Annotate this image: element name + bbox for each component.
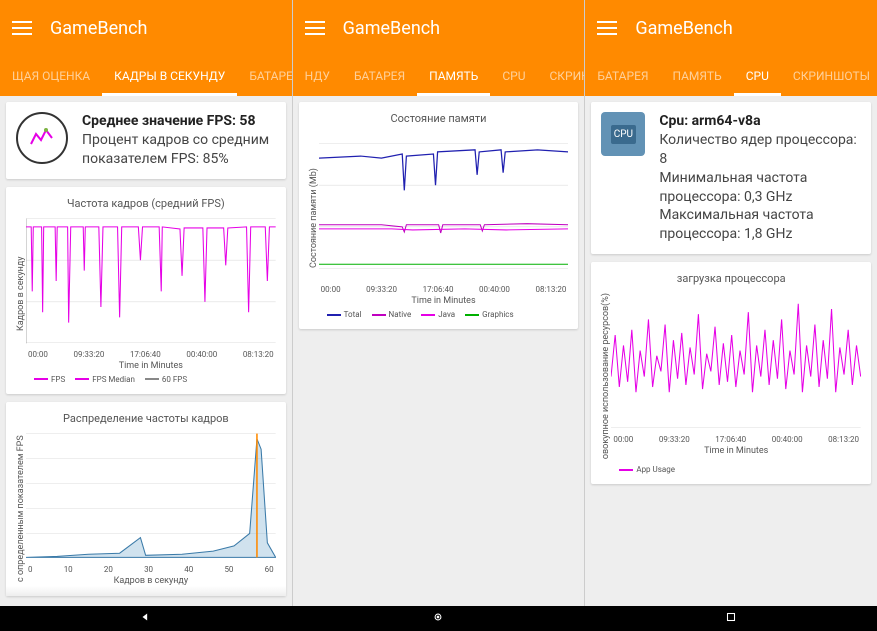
tab-battery[interactable]: БАТАРЕЯ <box>585 56 660 96</box>
fps-chart-icon <box>16 112 68 164</box>
tab-fps[interactable]: НДУ <box>293 56 342 96</box>
nav-back-icon[interactable] <box>139 609 153 628</box>
menu-icon[interactable] <box>305 21 325 35</box>
chart-legend: Total Native Java Graphics <box>309 310 569 319</box>
content-area[interactable]: Состояние памяти Состояние памяти (Mb) 0… <box>293 96 585 606</box>
tab-memory[interactable]: ПАМЯТЬ <box>661 56 734 96</box>
x-ticks: 00:0009:33:2017:06:4000:40:0008:13:20 <box>319 285 569 294</box>
y-axis-label: с определенным показателем FPS <box>16 431 26 586</box>
x-axis-label: Кадров в секунду <box>26 576 276 586</box>
cpu-summary-card: Cpu: arm64-v8a Количество ядер процессор… <box>591 102 871 254</box>
screen-cpu: GameBench БАТАРЕЯ ПАМЯТЬ CPU СКРИНШОТЫ C… <box>585 0 877 606</box>
cpu-usage-chart <box>611 291 861 431</box>
tab-bar: НДУ БАТАРЕЯ ПАМЯТЬ CPU СКРИНШ <box>293 56 585 96</box>
cpu-chip-icon <box>601 112 645 156</box>
tab-bar: БАТАРЕЯ ПАМЯТЬ CPU СКРИНШОТЫ <box>585 56 877 96</box>
tab-battery[interactable]: БАТАРЕЯ <box>237 56 291 96</box>
x-ticks: 0102030405060 <box>26 565 276 574</box>
chart-title: Распределение частоты кадров <box>16 412 276 425</box>
fps-timeline-card: Частота кадров (средний FPS) Кадров в се… <box>6 187 286 394</box>
x-ticks: 00:0009:33:2017:06:4000:40:0008:13:20 <box>26 350 276 359</box>
menu-icon[interactable] <box>597 21 617 35</box>
memory-chart <box>319 131 569 281</box>
chart-legend: App Usage <box>601 465 861 474</box>
cpu-min-freq: Минимальная частота процессора: 0,3 GHz <box>659 169 861 207</box>
tab-screenshots[interactable]: СКРИНШ <box>537 56 584 96</box>
tab-cpu[interactable]: CPU <box>734 56 781 96</box>
fps-avg-value: Среднее значение FPS: 58 <box>82 112 276 131</box>
y-axis-label: овокупное использование ресурсов(%) <box>601 291 611 461</box>
tab-screenshots[interactable]: СКРИНШОТЫ <box>781 56 877 96</box>
chart-title: Частота кадров (средний FPS) <box>16 197 276 210</box>
app-title: GameBench <box>50 18 147 39</box>
content-area[interactable]: Среднее значение FPS: 58 Процент кадров … <box>0 96 292 606</box>
fps-summary-text: Среднее значение FPS: 58 Процент кадров … <box>82 112 276 169</box>
android-nav-bar <box>0 606 877 631</box>
x-axis-label: Time in Minutes <box>319 296 569 306</box>
x-ticks: 00:0009:33:2017:06:4000:40:0008:13:20 <box>611 435 861 444</box>
fps-distribution-card: Распределение частоты кадров с определен… <box>6 402 286 596</box>
fps-distribution-chart <box>26 431 276 561</box>
y-axis-label: Состояние памяти (Mb) <box>309 131 319 306</box>
cpu-max-freq: Максимальная частота процессора: 1,8 GHz <box>659 206 861 244</box>
tab-bar: ЩАЯ ОЦЕНКА КАДРЫ В СЕКУНДУ БАТАРЕЯ <box>0 56 292 96</box>
tab-rating[interactable]: ЩАЯ ОЦЕНКА <box>0 56 102 96</box>
x-axis-label: Time in Minutes <box>611 446 861 456</box>
fps-percent-text: Процент кадров со средним показателем FP… <box>82 131 276 169</box>
tab-cpu[interactable]: CPU <box>490 56 537 96</box>
tab-memory[interactable]: ПАМЯТЬ <box>417 56 490 96</box>
y-axis-label: Кадров в секунду <box>16 216 26 371</box>
screen-fps: GameBench ЩАЯ ОЦЕНКА КАДРЫ В СЕКУНДУ БАТ… <box>0 0 293 606</box>
nav-recent-icon[interactable] <box>724 609 738 628</box>
chart-title: загрузка процессора <box>601 272 861 285</box>
cpu-cores: Количество ядер процессора: 8 <box>659 131 861 169</box>
fps-summary-card: Среднее значение FPS: 58 Процент кадров … <box>6 102 286 179</box>
memory-chart-card: Состояние памяти Состояние памяти (Mb) 0… <box>299 102 579 329</box>
app-bar: GameBench <box>293 0 585 56</box>
cpu-summary-text: Cpu: arm64-v8a Количество ядер процессор… <box>659 112 861 244</box>
screen-memory: GameBench НДУ БАТАРЕЯ ПАМЯТЬ CPU СКРИНШ … <box>293 0 586 606</box>
cpu-arch: Cpu: arm64-v8a <box>659 112 861 131</box>
x-axis-label: Time in Minutes <box>26 361 276 371</box>
cpu-usage-card: загрузка процессора овокупное использова… <box>591 262 871 484</box>
fps-timeline-chart <box>26 216 276 346</box>
chart-title: Состояние памяти <box>309 112 569 125</box>
chart-legend: FPS FPS Median 60 FPS <box>16 375 276 384</box>
app-bar: GameBench <box>0 0 292 56</box>
menu-icon[interactable] <box>12 21 32 35</box>
app-title: GameBench <box>343 18 440 39</box>
content-area[interactable]: Cpu: arm64-v8a Количество ядер процессор… <box>585 96 877 606</box>
tab-battery[interactable]: БАТАРЕЯ <box>342 56 417 96</box>
tab-fps[interactable]: КАДРЫ В СЕКУНДУ <box>102 56 237 96</box>
app-bar: GameBench <box>585 0 877 56</box>
app-title: GameBench <box>635 18 732 39</box>
nav-home-icon[interactable] <box>431 609 445 628</box>
